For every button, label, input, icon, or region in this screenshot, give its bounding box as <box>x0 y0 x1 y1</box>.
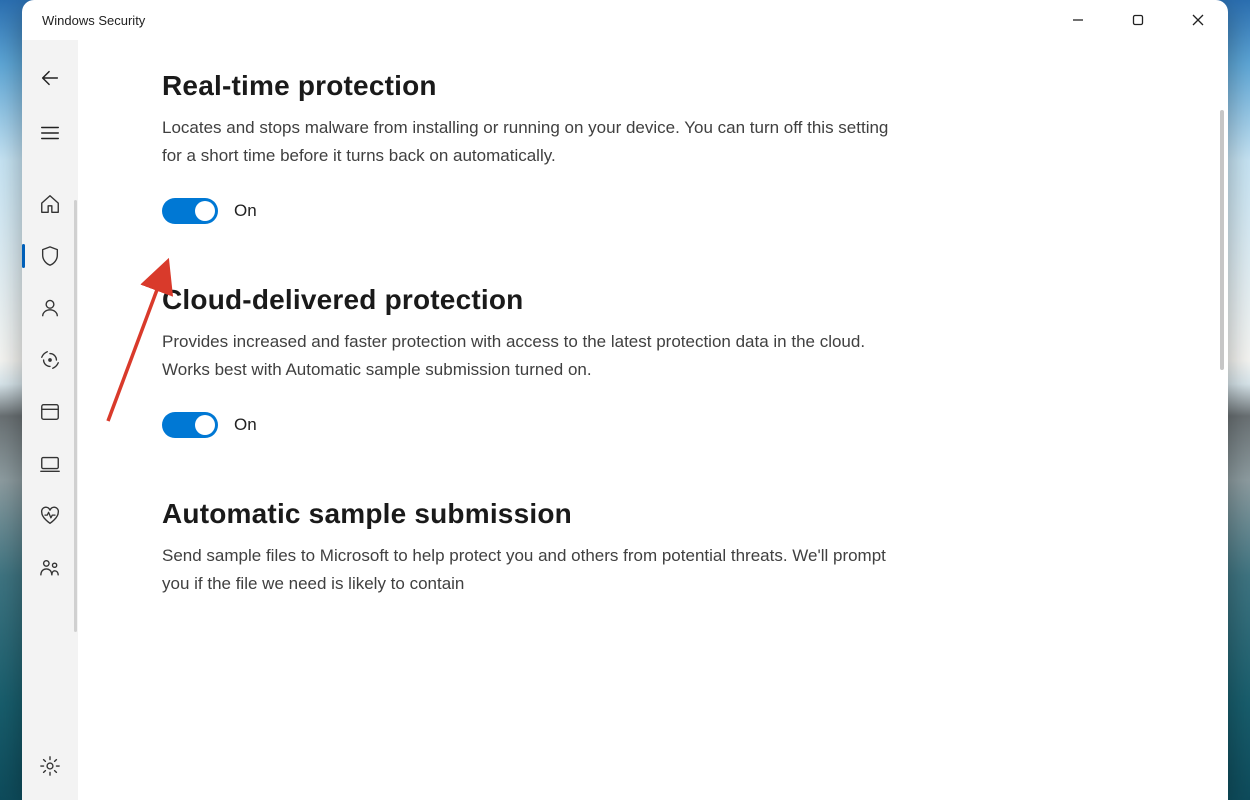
toggle-state-label: On <box>234 201 257 221</box>
back-arrow-icon <box>39 67 61 89</box>
maximize-button[interactable] <box>1108 0 1168 40</box>
close-button[interactable] <box>1168 0 1228 40</box>
toggle-knob <box>195 415 215 435</box>
close-icon <box>1192 14 1204 26</box>
firewall-icon <box>39 349 61 371</box>
app-window: Windows Security <box>22 0 1228 800</box>
content-scrollbar[interactable] <box>1220 110 1224 370</box>
family-icon <box>39 557 61 579</box>
maximize-icon <box>1132 14 1144 26</box>
section-title: Cloud-delivered protection <box>162 284 902 316</box>
section-title: Automatic sample submission <box>162 498 902 530</box>
section-title: Real-time protection <box>162 70 902 102</box>
window-controls <box>1048 0 1228 40</box>
minimize-button[interactable] <box>1048 0 1108 40</box>
nav-family-options[interactable] <box>22 542 78 594</box>
section-description: Locates and stops malware from installin… <box>162 114 902 170</box>
cloud-protection-toggle[interactable] <box>162 412 218 438</box>
nav-home[interactable] <box>22 178 78 230</box>
section-cloud-protection: Cloud-delivered protection Provides incr… <box>162 284 902 438</box>
app-browser-icon <box>39 401 61 423</box>
back-button[interactable] <box>22 48 78 108</box>
toggle-state-label: On <box>234 415 257 435</box>
nav-account-protection[interactable] <box>22 282 78 334</box>
hamburger-icon <box>39 122 61 144</box>
section-description: Provides increased and faster protection… <box>162 328 902 384</box>
window-title: Windows Security <box>42 13 145 28</box>
nav-virus-protection[interactable] <box>22 230 78 282</box>
sidebar-scroll-indicator <box>74 200 77 632</box>
section-sample-submission: Automatic sample submission Send sample … <box>162 498 902 598</box>
minimize-icon <box>1072 14 1084 26</box>
nav-settings[interactable] <box>22 740 78 792</box>
section-realtime-protection: Real-time protection Locates and stops m… <box>162 70 902 224</box>
nav-device-performance[interactable] <box>22 490 78 542</box>
home-icon <box>39 193 61 215</box>
nav-device-security[interactable] <box>22 438 78 490</box>
titlebar: Windows Security <box>22 0 1228 40</box>
account-icon <box>39 297 61 319</box>
nav-app-browser-control[interactable] <box>22 386 78 438</box>
realtime-protection-toggle[interactable] <box>162 198 218 224</box>
gear-icon <box>39 755 61 777</box>
shield-icon <box>39 245 61 267</box>
nav-firewall[interactable] <box>22 334 78 386</box>
section-description: Send sample files to Microsoft to help p… <box>162 542 902 598</box>
toggle-knob <box>195 201 215 221</box>
heart-pulse-icon <box>39 505 61 527</box>
nav-menu-button[interactable] <box>22 108 78 158</box>
content-area: Real-time protection Locates and stops m… <box>78 40 1228 800</box>
device-security-icon <box>39 453 61 475</box>
sidebar <box>22 40 78 800</box>
